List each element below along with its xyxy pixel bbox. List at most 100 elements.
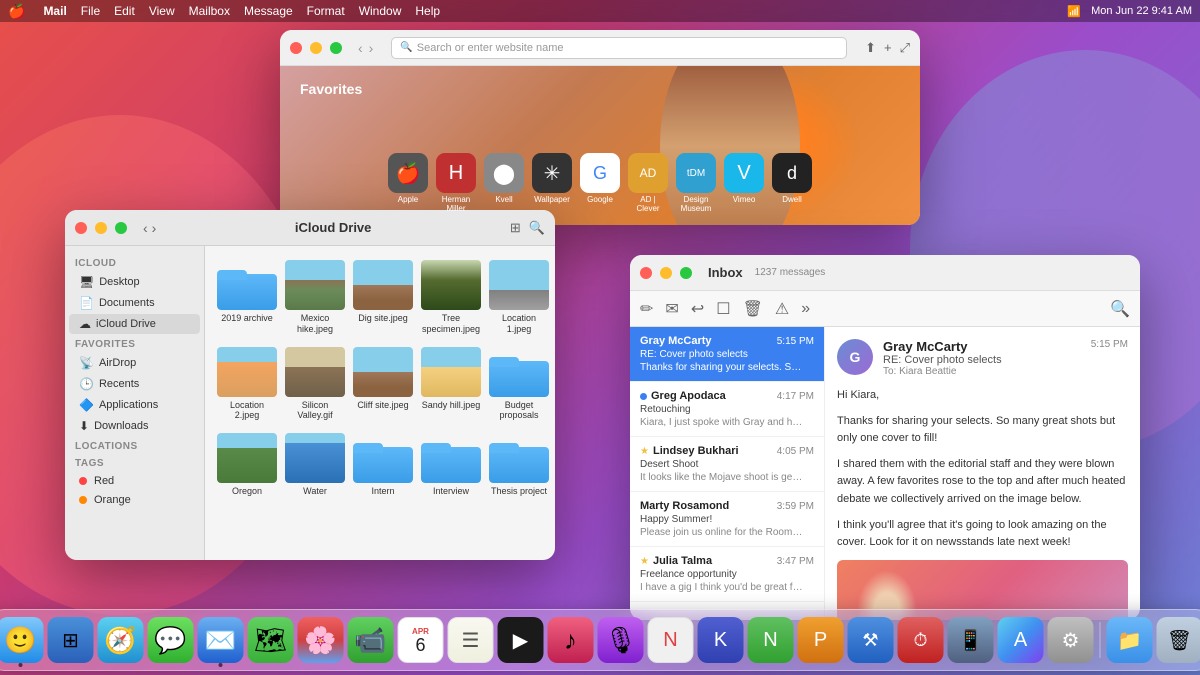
fav-kvell[interactable]: ⬤ Kvell <box>484 153 524 213</box>
finder-back-button[interactable]: ‹ <box>143 220 148 236</box>
mail-maximize-button[interactable] <box>680 267 692 279</box>
menubar-file[interactable]: File <box>81 4 100 18</box>
file-location2[interactable]: Location 2.jpeg <box>215 343 279 426</box>
fav-ad[interactable]: AD AD | Clever <box>628 153 668 213</box>
file-intern[interactable]: Intern <box>351 429 415 501</box>
file-cliff-site[interactable]: Cliff site.jpeg <box>351 343 415 426</box>
dock-mail[interactable]: ✉️ <box>198 617 244 663</box>
mail-minimize-button[interactable] <box>660 267 672 279</box>
compose-icon[interactable]: ✏ <box>640 299 653 319</box>
dock-photos[interactable]: 🌸 <box>298 617 344 663</box>
menubar-mailbox[interactable]: Mailbox <box>189 4 230 18</box>
menubar-format[interactable]: Format <box>307 4 345 18</box>
dock-simulator[interactable]: 📱 <box>948 617 994 663</box>
dock-keynote[interactable]: K <box>698 617 744 663</box>
apple-menu[interactable]: 🍎 <box>8 3 25 20</box>
file-tree-specimen[interactable]: Tree specimen.jpeg <box>419 256 483 339</box>
finder-view-options-icon[interactable]: ⊞ <box>510 220 521 236</box>
safari-forward-button[interactable]: › <box>369 40 374 56</box>
file-budget-proposals[interactable]: Budget proposals <box>487 343 551 426</box>
dock-launchpad[interactable]: ⊞ <box>48 617 94 663</box>
reply-icon[interactable]: ✉ <box>665 299 678 319</box>
mail-close-button[interactable] <box>640 267 652 279</box>
fav-dwell[interactable]: d Dwell <box>772 153 812 213</box>
dock-instruments[interactable]: ⏱ <box>898 617 944 663</box>
safari-urlbar[interactable]: 🔍 Search or enter website name <box>391 37 847 59</box>
mail-item-3[interactable]: Marty Rosamond 3:59 PM Happy Summer! Ple… <box>630 492 824 547</box>
safari-zoom-icon[interactable]: ⤢ <box>900 40 910 56</box>
dock-downloads-folder[interactable]: 📁 <box>1107 617 1153 663</box>
dock-pages[interactable]: P <box>798 617 844 663</box>
menubar-app[interactable]: Mail <box>43 4 66 18</box>
finder-close-button[interactable] <box>75 222 87 234</box>
menubar-window[interactable]: Window <box>359 4 402 18</box>
archive-icon[interactable]: ☐ <box>716 299 730 319</box>
file-water[interactable]: Water <box>283 429 347 501</box>
dock-numbers[interactable]: N <box>748 617 794 663</box>
safari-close-button[interactable] <box>290 42 302 54</box>
dock-appletv[interactable]: ▶ <box>498 617 544 663</box>
finder-search-icon[interactable]: 🔍 <box>529 220 545 236</box>
sidebar-item-downloads[interactable]: ⬇ Downloads <box>69 416 200 436</box>
fav-herman[interactable]: H Herman Miller <box>436 153 476 213</box>
mail-item-1[interactable]: Greg Apodaca 4:17 PM Retouching Kiara, I… <box>630 382 824 437</box>
fav-wallpaper[interactable]: ✳ Wallpaper <box>532 153 572 213</box>
dock-xcode[interactable]: ⚒ <box>848 617 894 663</box>
dock-maps[interactable]: 🗺 <box>248 617 294 663</box>
file-dig-site[interactable]: Dig site.jpeg <box>351 256 415 339</box>
dock-appstore[interactable]: A <box>998 617 1044 663</box>
sidebar-tag-orange[interactable]: Orange <box>69 491 200 509</box>
sidebar-item-recents[interactable]: 🕒 Recents <box>69 374 200 394</box>
menubar-view[interactable]: View <box>149 4 175 18</box>
dock-settings[interactable]: ⚙ <box>1048 617 1094 663</box>
file-thesis[interactable]: Thesis project <box>487 429 551 501</box>
dock-facetime[interactable]: 📹 <box>348 617 394 663</box>
sidebar-item-applications[interactable]: 🔷 Applications <box>69 395 200 415</box>
file-2019-archive[interactable]: 2019 archive <box>215 256 279 339</box>
fav-design[interactable]: tDM Design Museum <box>676 153 716 213</box>
mail-item-2[interactable]: ★ Lindsey Bukhari 4:05 PM Desert Shoot I… <box>630 437 824 492</box>
safari-maximize-button[interactable] <box>330 42 342 54</box>
file-location1[interactable]: Location 1.jpeg <box>487 256 551 339</box>
sidebar-item-desktop[interactable]: 🖥 Desktop <box>69 272 200 292</box>
dock-trash[interactable]: 🗑 <box>1157 617 1200 663</box>
dock-reminders[interactable]: ☰ <box>448 617 494 663</box>
safari-share-icon[interactable]: ⬆ <box>865 40 876 56</box>
menubar-message[interactable]: Message <box>244 4 293 18</box>
fav-vimeo[interactable]: V Vimeo <box>724 153 764 213</box>
file-oregon[interactable]: Oregon <box>215 429 279 501</box>
finder-maximize-button[interactable] <box>115 222 127 234</box>
more-icon[interactable]: » <box>801 300 810 318</box>
finder-minimize-button[interactable] <box>95 222 107 234</box>
delete-icon[interactable]: 🗑 <box>743 299 763 319</box>
finder-forward-button[interactable]: › <box>152 220 157 236</box>
mail-item-4[interactable]: ★ Julia Talma 3:47 PM Freelance opportun… <box>630 547 824 602</box>
sidebar-item-documents[interactable]: 📄 Documents <box>69 293 200 313</box>
menubar-edit[interactable]: Edit <box>114 4 135 18</box>
dock-calendar[interactable]: APR 6 <box>398 617 444 663</box>
menubar-help[interactable]: Help <box>415 4 440 18</box>
mail-item-0[interactable]: Gray McCarty 5:15 PM RE: Cover photo sel… <box>630 327 824 382</box>
dock-news[interactable]: N <box>648 617 694 663</box>
fav-apple[interactable]: 🍎 Apple <box>388 153 428 213</box>
sidebar-item-icloud-drive[interactable]: ☁ iCloud Drive <box>69 314 200 334</box>
dock-music[interactable]: ♪ <box>548 617 594 663</box>
url-text[interactable]: Search or enter website name <box>417 42 564 54</box>
safari-back-button[interactable]: ‹ <box>358 40 363 56</box>
forward-icon[interactable]: ↩ <box>691 299 704 319</box>
mail-search-button[interactable]: 🔍 <box>1110 299 1130 319</box>
dock-podcasts[interactable]: 🎙 <box>598 617 644 663</box>
dock-safari[interactable]: 🧭 <box>98 617 144 663</box>
safari-minimize-button[interactable] <box>310 42 322 54</box>
fav-google[interactable]: G Google <box>580 153 620 213</box>
file-sandy-hill[interactable]: Sandy hill.jpeg <box>419 343 483 426</box>
sidebar-item-airdrop[interactable]: 📡 AirDrop <box>69 353 200 373</box>
dock-messages[interactable]: 💬 <box>148 617 194 663</box>
junk-icon[interactable]: ⚠ <box>775 299 789 319</box>
file-silicon-valley[interactable]: Silicon Valley.gif <box>283 343 347 426</box>
dock-finder[interactable]: 🙂 <box>0 617 44 663</box>
file-interview[interactable]: Interview <box>419 429 483 501</box>
file-mexico-hike[interactable]: Mexico hike.jpeg <box>283 256 347 339</box>
safari-new-tab-icon[interactable]: + <box>884 40 892 56</box>
sidebar-tag-red[interactable]: Red <box>69 472 200 490</box>
